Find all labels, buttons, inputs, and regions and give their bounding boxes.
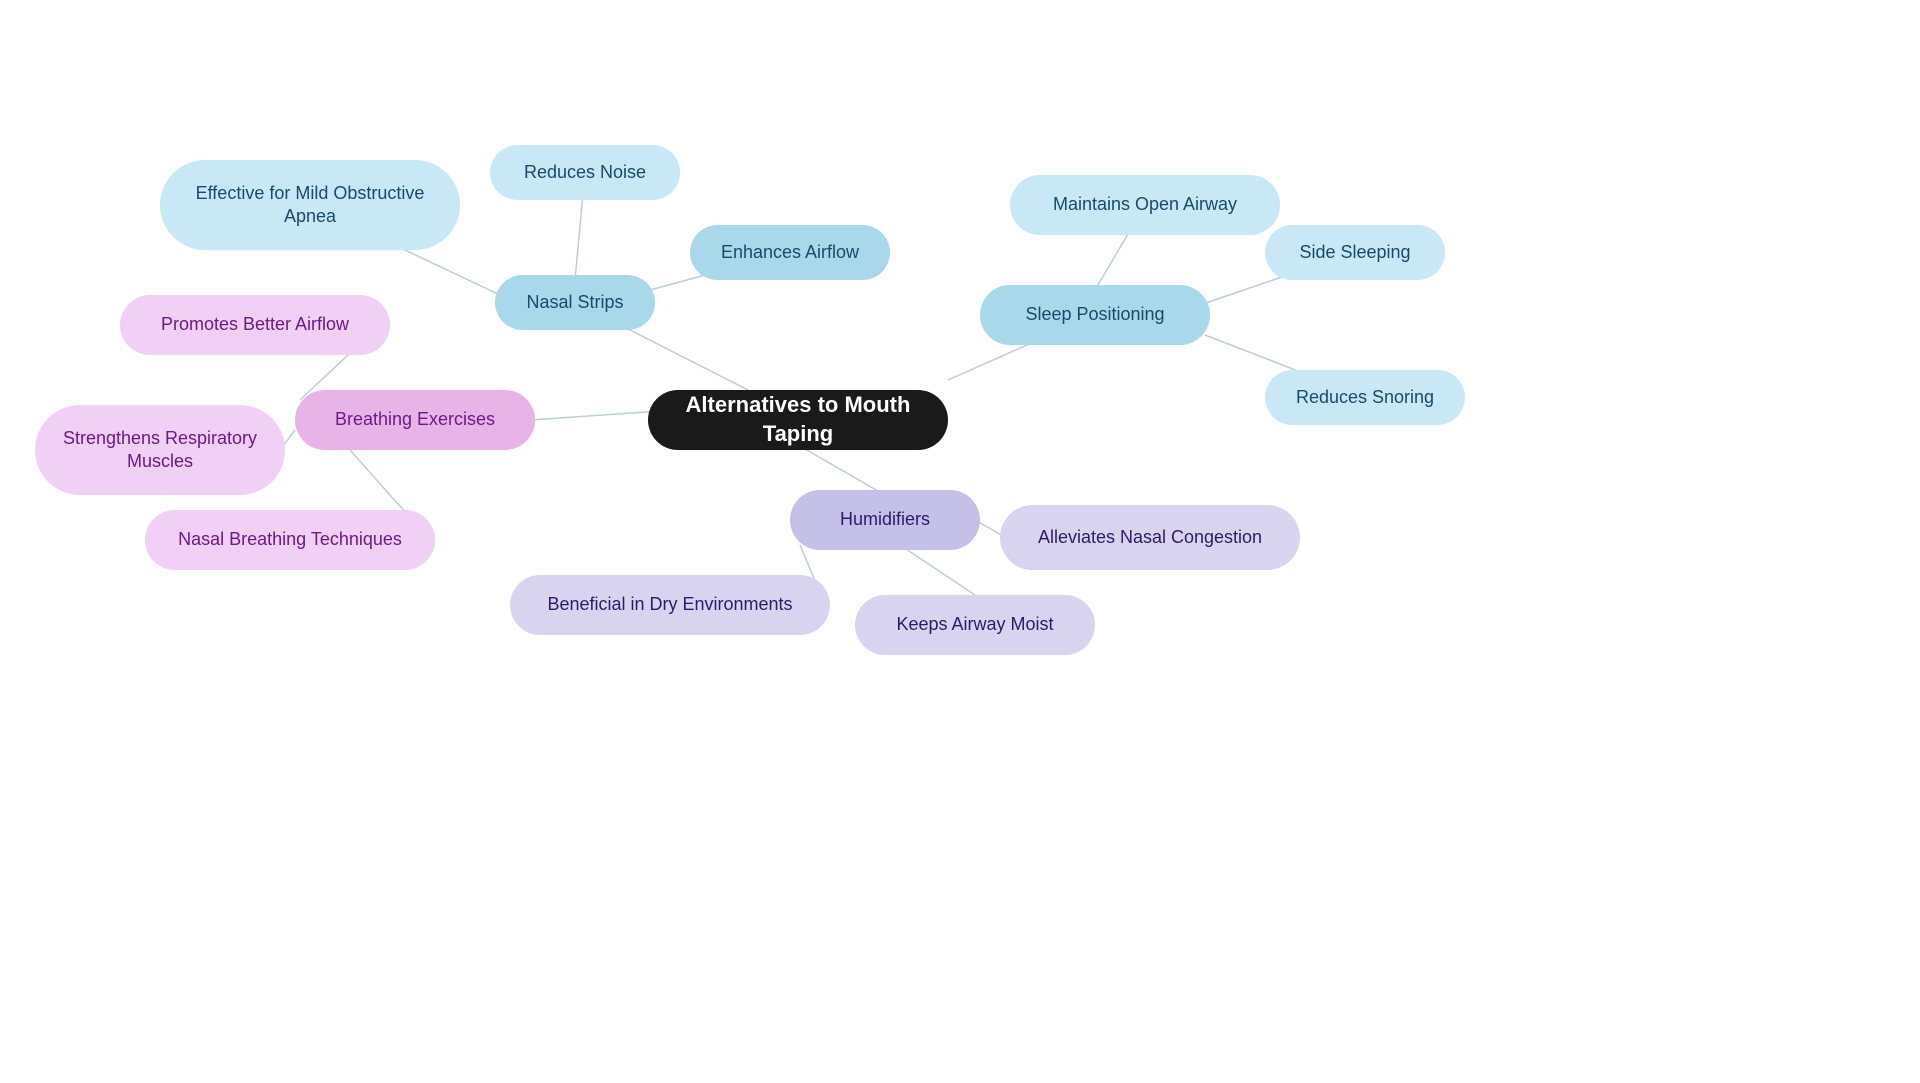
nasal-strips-node: Nasal Strips: [495, 275, 655, 330]
sleep-positioning-node: Sleep Positioning: [980, 285, 1210, 345]
keeps-airway-moist-node: Keeps Airway Moist: [855, 595, 1095, 655]
enhances-airflow-node: Enhances Airflow: [690, 225, 890, 280]
effective-mild-node: Effective for Mild Obstructive Apnea: [160, 160, 460, 250]
center-node: Alternatives to Mouth Taping: [648, 390, 948, 450]
reduces-snoring-node: Reduces Snoring: [1265, 370, 1465, 425]
humidifiers-node: Humidifiers: [790, 490, 980, 550]
maintains-open-airway-node: Maintains Open Airway: [1010, 175, 1280, 235]
beneficial-dry-node: Beneficial in Dry Environments: [510, 575, 830, 635]
strengthens-respiratory-node: Strengthens Respiratory Muscles: [35, 405, 285, 495]
side-sleeping-node: Side Sleeping: [1265, 225, 1445, 280]
alleviates-nasal-node: Alleviates Nasal Congestion: [1000, 505, 1300, 570]
breathing-exercises-node: Breathing Exercises: [295, 390, 535, 450]
reduces-noise-node: Reduces Noise: [490, 145, 680, 200]
promotes-better-airflow-node: Promotes Better Airflow: [120, 295, 390, 355]
nasal-breathing-node: Nasal Breathing Techniques: [145, 510, 435, 570]
